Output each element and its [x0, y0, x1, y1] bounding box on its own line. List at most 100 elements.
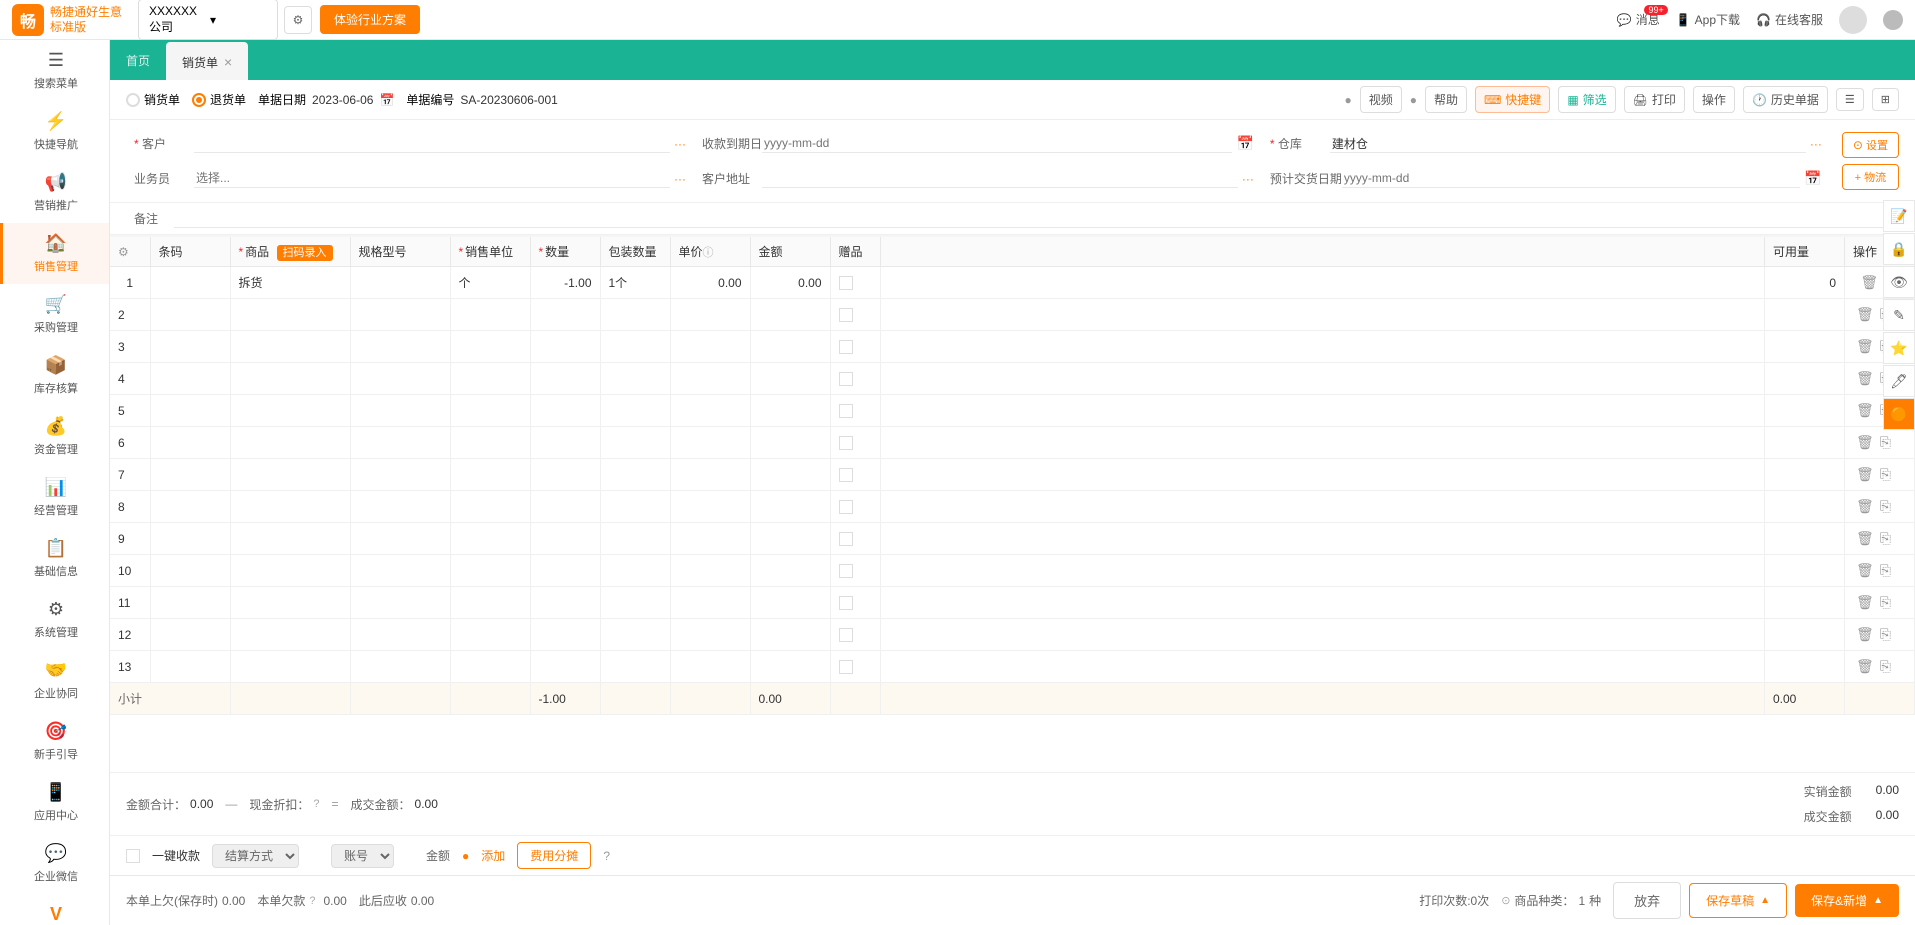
delete-icon[interactable]: 🗑 — [1853, 338, 1877, 354]
copy-icon[interactable]: ⎘ — [1877, 466, 1894, 482]
add-button[interactable]: 添加 — [481, 847, 505, 864]
sidebar-item-purchase[interactable]: 🛒 采购管理 — [0, 284, 109, 345]
company-selector[interactable]: XXXXXX公司 ▾ — [138, 0, 278, 40]
sidebar-item-search[interactable]: ☰ 搜索菜单 — [0, 40, 109, 101]
row-barcode[interactable] — [150, 267, 230, 299]
app-download-button[interactable]: 📱 App下载 — [1676, 11, 1740, 28]
radio-return-order[interactable]: 退货单 — [192, 91, 246, 108]
print-button[interactable]: 🖨 打印 — [1624, 86, 1685, 113]
copy-icon[interactable]: ⎘ — [1877, 434, 1894, 450]
shortcut-button[interactable]: ⌨ 快捷键 — [1475, 86, 1550, 113]
delete-icon[interactable]: 🗑 — [1853, 466, 1877, 482]
logistics-button[interactable]: + 物流 — [1842, 164, 1899, 190]
discount-info-icon[interactable]: ? — [313, 798, 319, 810]
add-icon[interactable]: ● — [462, 849, 469, 863]
scan-button[interactable]: 扫码录入 — [277, 245, 333, 261]
delete-icon[interactable]: 🗑 — [1853, 626, 1877, 642]
video-button[interactable]: 视频 — [1360, 86, 1402, 113]
tab-sales-order[interactable]: 销货单 × — [166, 42, 248, 82]
customer-more-icon[interactable]: ··· — [674, 137, 686, 151]
copy-icon[interactable]: ⎘ — [1877, 530, 1894, 546]
float-btn-orange[interactable]: 🟠 — [1883, 398, 1915, 430]
row-qty[interactable]: -1.00 — [530, 267, 600, 299]
copy-icon[interactable]: ⎘ — [1877, 594, 1894, 610]
row-pack-qty[interactable]: 1个 — [600, 267, 670, 299]
calc-method-select[interactable]: 结算方式 — [212, 844, 299, 868]
filter-button[interactable]: ▦ 筛选 — [1558, 86, 1615, 113]
one-click-pay-checkbox[interactable] — [126, 849, 140, 863]
warehouse-more-icon[interactable]: ··· — [1810, 137, 1822, 151]
sidebar-item-apps[interactable]: 📱 应用中心 — [0, 772, 109, 833]
delete-icon[interactable]: 🗑 — [1853, 498, 1877, 514]
copy-icon[interactable]: ⎘ — [1877, 498, 1894, 514]
sidebar-item-collab[interactable]: 🤝 企业协同 — [0, 650, 109, 711]
delete-icon[interactable]: 🗑 — [1853, 306, 1877, 322]
delete-icon[interactable]: 🗑 — [1853, 594, 1877, 610]
row-remark[interactable] — [880, 267, 1765, 299]
tab-close-icon[interactable]: × — [224, 54, 232, 70]
salesperson-more-icon[interactable]: ··· — [674, 172, 686, 186]
settings-button[interactable]: ⊙ 设置 — [1842, 132, 1899, 158]
notes-input[interactable] — [174, 209, 1891, 228]
float-btn-5[interactable]: ⭐ — [1883, 332, 1915, 364]
customer-address-input[interactable] — [762, 169, 1238, 188]
delivery-calendar-icon[interactable]: 📅 — [1804, 170, 1821, 187]
action-button[interactable]: 操作 — [1693, 86, 1735, 113]
topbar-settings-button[interactable]: ⚙ — [284, 6, 312, 34]
row-barcode[interactable] — [150, 299, 230, 331]
row-price[interactable]: 0.00 — [670, 267, 750, 299]
row-pack-qty[interactable] — [600, 299, 670, 331]
view-toggle-grid[interactable]: ⊞ — [1872, 88, 1899, 111]
sidebar-item-inventory[interactable]: 📦 库存核算 — [0, 345, 109, 406]
float-btn-2[interactable]: 🔒 — [1883, 233, 1915, 265]
payment-date-calendar-icon[interactable]: 📅 — [1236, 135, 1253, 152]
float-btn-1[interactable]: 📝 — [1883, 200, 1915, 232]
avatar-extra[interactable] — [1883, 10, 1903, 30]
message-button[interactable]: 💬 消息 99+ — [1617, 11, 1660, 28]
row-qty[interactable] — [530, 299, 600, 331]
sidebar-item-finance[interactable]: 💰 资金管理 — [0, 406, 109, 467]
tab-home[interactable]: 首页 — [110, 40, 166, 80]
sidebar-item-basic[interactable]: 📋 基础信息 — [0, 528, 109, 589]
row-unit[interactable]: 个 — [450, 267, 530, 299]
abandon-button[interactable]: 放弃 — [1613, 882, 1681, 919]
row-remark[interactable] — [880, 299, 1765, 331]
sidebar-item-operations[interactable]: 📊 经营管理 — [0, 467, 109, 528]
copy-icon[interactable]: ⎘ — [1877, 626, 1894, 642]
radio-sales-order[interactable]: 销货单 — [126, 91, 180, 108]
row-price[interactable] — [670, 299, 750, 331]
row-product[interactable] — [230, 299, 350, 331]
sidebar-item-wechat[interactable]: 💬 企业微信 — [0, 833, 109, 894]
warehouse-input[interactable] — [1330, 134, 1806, 153]
expense-help-icon[interactable]: ? — [603, 849, 610, 863]
date-value[interactable]: 2023-06-06 — [312, 93, 373, 107]
calendar-icon[interactable]: 📅 — [379, 93, 394, 107]
delete-icon[interactable]: 🗑 — [1853, 434, 1877, 450]
product-type-icon[interactable]: ⊙ — [1501, 894, 1510, 907]
arrears-info-icon[interactable]: ? — [309, 895, 315, 907]
delete-icon[interactable]: 🗑 — [1853, 370, 1877, 386]
history-button[interactable]: 🕐 历史单据 — [1743, 86, 1828, 113]
row-amount[interactable] — [750, 299, 830, 331]
float-btn-3[interactable]: 👁 — [1883, 266, 1915, 298]
copy-icon[interactable]: ⎘ — [1877, 562, 1894, 578]
sidebar-item-guide[interactable]: 🎯 新手引导 — [0, 711, 109, 772]
delete-icon[interactable]: 🗑 — [1853, 658, 1877, 674]
row-gift[interactable] — [839, 308, 853, 322]
row-unit[interactable] — [450, 299, 530, 331]
salesperson-input[interactable] — [194, 169, 670, 188]
trial-button[interactable]: 体验行业方案 — [320, 5, 420, 34]
price-info-icon[interactable]: ⓘ — [703, 247, 714, 259]
row-gift[interactable] — [830, 267, 880, 299]
row-amount[interactable]: 0.00 — [750, 267, 830, 299]
delete-icon[interactable]: 🗑 — [1853, 530, 1877, 546]
expected-delivery-input[interactable] — [1342, 169, 1801, 188]
delete-icon[interactable]: 🗑 — [1857, 274, 1881, 290]
row-spec[interactable] — [350, 267, 450, 299]
sidebar-item-system[interactable]: ⚙ 系统管理 — [0, 589, 109, 650]
sidebar-item-quicknav[interactable]: ⚡ 快捷导航 — [0, 101, 109, 162]
copy-icon[interactable]: ⎘ — [1877, 658, 1894, 674]
delete-icon[interactable]: 🗑 — [1853, 402, 1877, 418]
payment-date-input[interactable] — [762, 134, 1233, 153]
account-select[interactable]: 账号 — [331, 844, 394, 868]
